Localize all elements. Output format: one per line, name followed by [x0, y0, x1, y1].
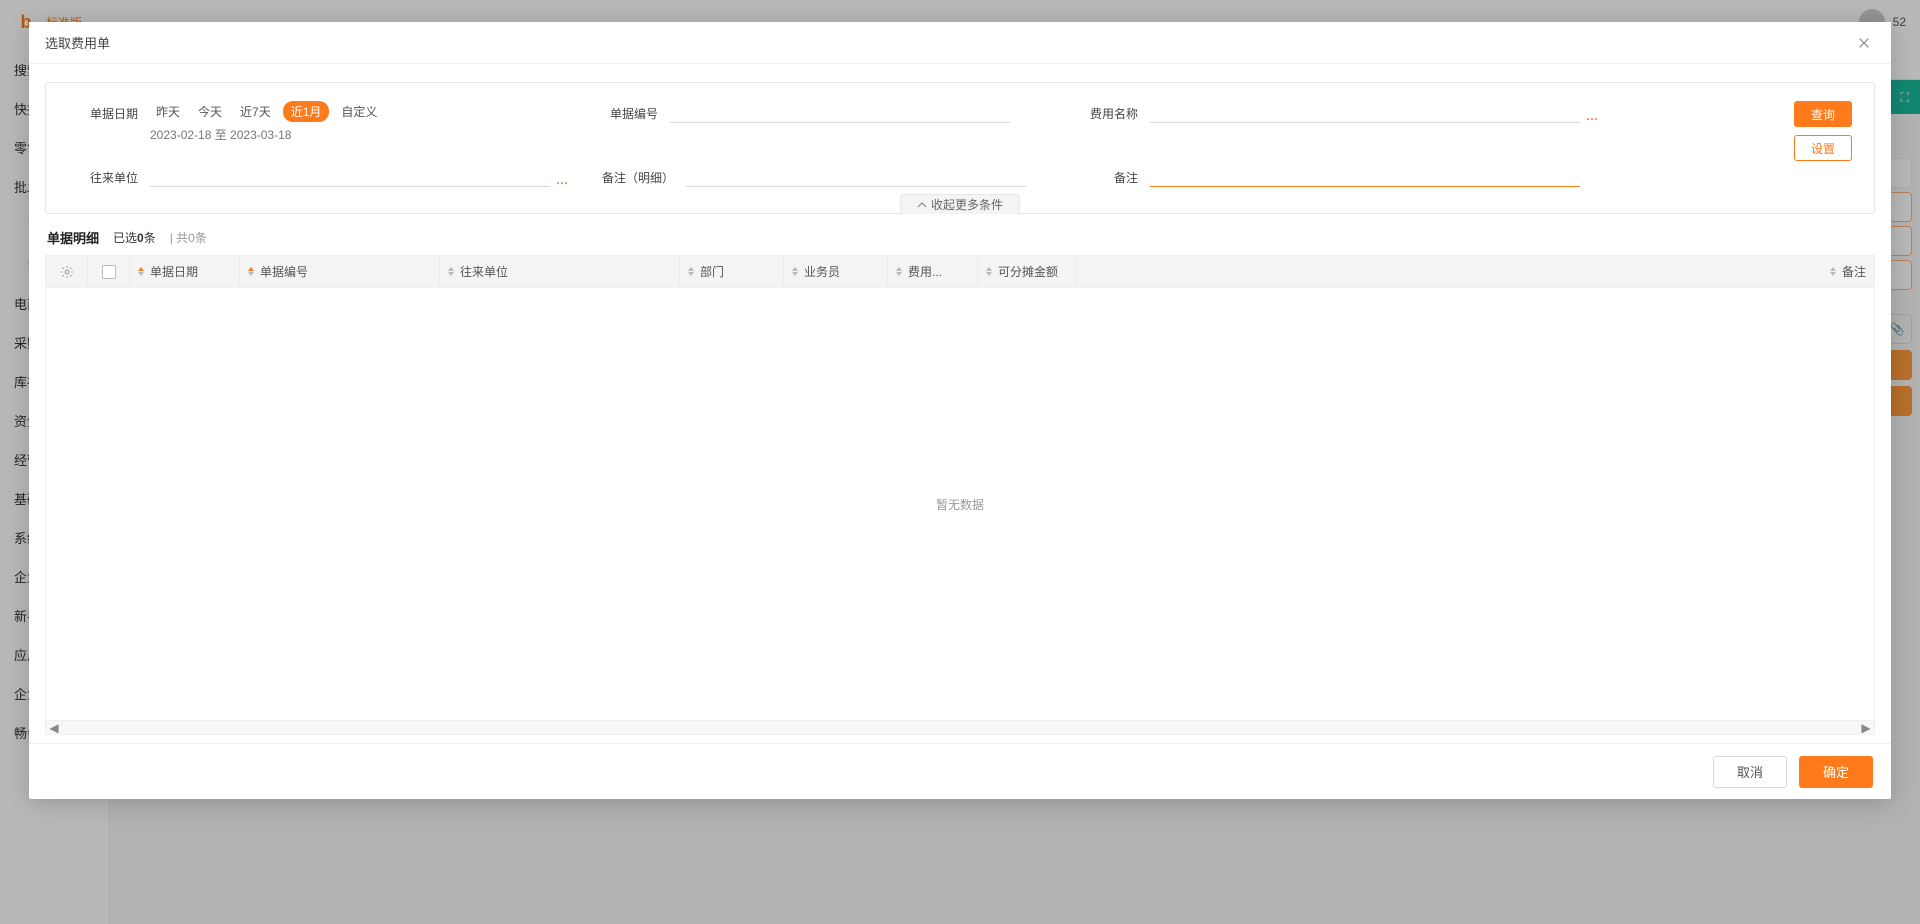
total-count: | 共0条	[170, 229, 207, 246]
modal-title: 选取费用单	[45, 33, 110, 52]
modal: 选取费用单 单据日期 昨天 今天 近7天	[29, 22, 1891, 799]
col-unit-label: 往来单位	[460, 263, 508, 280]
sort-icon	[896, 266, 904, 278]
collapse-conditions-label: 收起更多条件	[931, 196, 1003, 213]
remark-input[interactable]	[1150, 165, 1580, 187]
field-remark-detail: 备注（明细）	[588, 165, 1068, 187]
col-dept[interactable]: 部门	[680, 256, 784, 287]
table-hscroll[interactable]: ◀ ▶	[46, 720, 1874, 734]
col-unit[interactable]: 往来单位	[440, 256, 680, 287]
fee-name-input[interactable]	[1150, 101, 1580, 123]
remark-detail-input[interactable]	[686, 165, 1026, 187]
col-fee-label: 费用...	[908, 263, 942, 280]
field-doc-no: 单据编号	[588, 101, 1068, 143]
date-tag-month[interactable]: 近1月	[283, 101, 330, 122]
field-unit: 往来单位 …	[68, 165, 588, 187]
scroll-right-icon[interactable]: ▶	[1860, 722, 1872, 734]
field-fee-name: 费用名称 …	[1068, 101, 1762, 143]
collapse-conditions-button[interactable]: 收起更多条件	[900, 194, 1020, 214]
detail-tab[interactable]: 单据明细	[47, 228, 99, 247]
scroll-left-icon[interactable]: ◀	[48, 722, 60, 734]
col-operator[interactable]: 业务员	[784, 256, 888, 287]
col-fee[interactable]: 费用...	[888, 256, 978, 287]
sort-icon	[1830, 266, 1838, 278]
detail-header: 单据明细 已选0条 | 共0条	[47, 228, 1873, 247]
col-date[interactable]: 单据日期	[130, 256, 240, 287]
scroll-track[interactable]	[60, 724, 1860, 732]
label-doc-no: 单据编号	[588, 101, 658, 122]
table-empty: 暂无数据	[46, 288, 1874, 720]
col-amount-label: 可分摊金额	[998, 263, 1058, 280]
unit-lookup-button[interactable]: …	[556, 173, 569, 187]
col-remark-label: 备注	[1842, 263, 1866, 280]
label-remark-detail: 备注（明细）	[588, 165, 674, 186]
selected-count: 已选0条	[113, 229, 156, 246]
date-tag-today[interactable]: 今天	[192, 101, 228, 122]
col-gear[interactable]	[46, 256, 88, 287]
checkbox-all[interactable]	[102, 265, 116, 279]
date-tag-custom[interactable]: 自定义	[335, 101, 383, 122]
sort-icon	[248, 266, 256, 278]
col-no-label: 单据编号	[260, 263, 308, 280]
col-operator-label: 业务员	[804, 263, 840, 280]
modal-footer: 取消 确定	[29, 743, 1891, 799]
col-amount[interactable]: 可分摊金额	[978, 256, 1076, 287]
modal-overlay: 选取费用单 单据日期 昨天 今天 近7天	[0, 0, 1920, 924]
sort-icon	[688, 266, 696, 278]
date-tag-yesterday[interactable]: 昨天	[150, 101, 186, 122]
unit-input[interactable]	[150, 165, 550, 187]
col-date-label: 单据日期	[150, 263, 198, 280]
col-checkbox[interactable]	[88, 256, 130, 287]
sort-icon	[138, 266, 146, 278]
query-button[interactable]: 查询	[1794, 101, 1852, 127]
close-button[interactable]	[1853, 32, 1875, 54]
setting-button[interactable]: 设置	[1794, 135, 1852, 161]
label-unit: 往来单位	[68, 165, 138, 186]
field-date: 单据日期 昨天 今天 近7天 近1月 自定义 2023-02-18 至 2023…	[68, 101, 588, 143]
sort-icon	[986, 266, 994, 278]
close-icon	[1857, 36, 1871, 50]
date-range: 2023-02-18 至 2023-03-18	[150, 126, 588, 143]
chevron-up-icon	[917, 200, 927, 210]
col-no[interactable]: 单据编号	[240, 256, 440, 287]
table: 单据日期 单据编号 往来单位 部门	[45, 255, 1875, 735]
label-date: 单据日期	[68, 101, 138, 122]
doc-no-input[interactable]	[670, 101, 1010, 123]
ok-button[interactable]: 确定	[1799, 756, 1873, 788]
sort-icon	[448, 266, 456, 278]
fee-name-lookup-button[interactable]: …	[1586, 109, 1599, 123]
label-remark: 备注	[1068, 165, 1138, 186]
label-fee-name: 费用名称	[1068, 101, 1138, 122]
sort-icon	[792, 266, 800, 278]
table-header: 单据日期 单据编号 往来单位 部门	[46, 256, 1874, 288]
col-dept-label: 部门	[700, 263, 724, 280]
modal-header: 选取费用单	[29, 22, 1891, 64]
col-remark[interactable]: 备注	[1076, 256, 1874, 287]
gear-icon	[60, 265, 74, 279]
date-tag-week[interactable]: 近7天	[234, 101, 277, 122]
cancel-button[interactable]: 取消	[1713, 756, 1787, 788]
field-remark: 备注	[1068, 165, 1762, 187]
search-panel: 单据日期 昨天 今天 近7天 近1月 自定义 2023-02-18 至 2023…	[45, 82, 1875, 214]
